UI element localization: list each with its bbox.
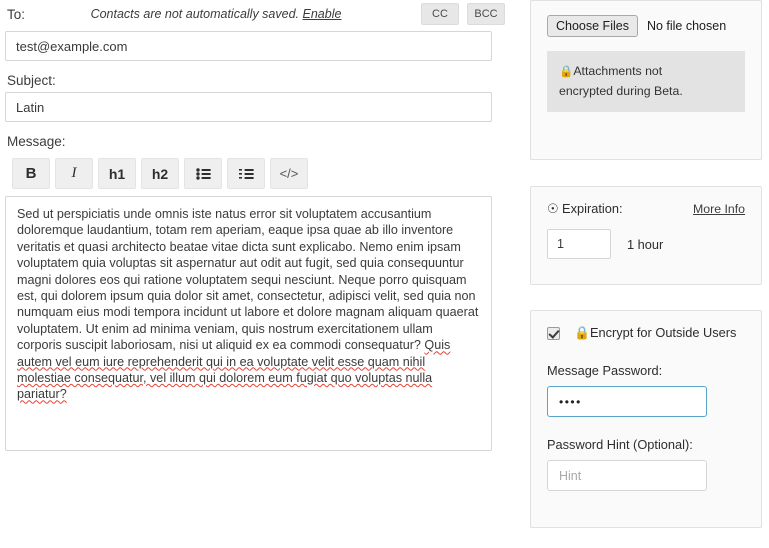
clock-icon: ☉: [547, 201, 559, 216]
heading-2-button[interactable]: h2: [141, 158, 179, 189]
no-file-chosen-text: No file chosen: [646, 19, 727, 33]
editor-toolbar: B I h1 h2 </>: [12, 158, 505, 189]
compose-screen: To: Contacts are not automatically saved…: [0, 0, 769, 548]
code-button[interactable]: </>: [270, 158, 308, 189]
file-chooser-row: Choose Files No file chosen: [547, 15, 745, 37]
message-password-input[interactable]: [547, 386, 707, 417]
attachments-warning: 🔒Attachments not encrypted during Beta.: [547, 51, 745, 112]
italic-button[interactable]: I: [55, 158, 93, 189]
encrypt-outside-users-checkbox[interactable]: [547, 326, 560, 340]
cc-button[interactable]: CC: [421, 3, 459, 25]
bold-button[interactable]: B: [12, 158, 50, 189]
message-password-label: Message Password:: [547, 363, 663, 378]
message-body-editor[interactable]: Sed ut perspiciatis unde omnis iste natu…: [5, 196, 492, 451]
encrypt-checkbox-label-wrap: 🔒Encrypt for Outside Users: [574, 325, 736, 341]
choose-files-button[interactable]: Choose Files: [547, 15, 638, 37]
message-label: Message:: [7, 134, 66, 149]
attachments-panel: Choose Files No file chosen 🔒Attachments…: [530, 0, 762, 160]
to-row: To: Contacts are not automatically saved…: [5, 0, 505, 28]
attachments-warning-line2: encrypted during Beta.: [559, 84, 683, 98]
ordered-list-icon: [238, 168, 254, 180]
subject-input[interactable]: [5, 92, 492, 122]
expiration-value-input[interactable]: [547, 229, 611, 259]
unordered-list-icon: [195, 167, 211, 180]
contacts-note: Contacts are not automatically saved. En…: [25, 7, 413, 21]
compose-column: To: Contacts are not automatically saved…: [5, 0, 505, 451]
password-hint-input[interactable]: [547, 460, 707, 491]
message-body-text: Sed ut perspiciatis unde omnis iste natu…: [17, 206, 480, 403]
heading-1-button[interactable]: h1: [98, 158, 136, 189]
encrypt-checkbox-row: 🔒Encrypt for Outside Users: [547, 325, 745, 341]
lock-icon: 🔒: [574, 325, 590, 340]
more-info-link[interactable]: More Info: [693, 202, 745, 216]
attachments-warning-line1: Attachments not: [573, 64, 663, 78]
encrypt-checkbox-label: Encrypt for Outside Users: [589, 325, 737, 340]
to-input[interactable]: [5, 31, 492, 61]
expiration-panel: ☉ Expiration: More Info 1 hour: [530, 186, 762, 285]
subject-label: Subject:: [7, 73, 56, 88]
encryption-panel: 🔒Encrypt for Outside Users Message Passw…: [530, 310, 762, 528]
contacts-note-text: Contacts are not automatically saved.: [90, 7, 300, 21]
expiration-title-wrap: ☉ Expiration:: [547, 201, 623, 217]
expiration-row: 1 hour: [547, 229, 745, 259]
ordered-list-button[interactable]: [227, 158, 265, 189]
enable-contacts-link[interactable]: Enable: [303, 7, 342, 21]
options-column: Choose Files No file chosen 🔒Attachments…: [530, 0, 762, 528]
expiration-label: Expiration:: [562, 201, 623, 216]
to-label: To:: [7, 6, 26, 22]
expiration-unit-text: 1 hour: [627, 236, 664, 252]
message-body-clean: Sed ut perspiciatis unde omnis iste natu…: [17, 207, 479, 353]
bcc-button[interactable]: BCC: [467, 3, 505, 25]
lock-icon: 🔒: [559, 66, 574, 78]
unordered-list-button[interactable]: [184, 158, 222, 189]
password-hint-label: Password Hint (Optional):: [547, 437, 693, 452]
expiration-header: ☉ Expiration: More Info: [547, 201, 745, 217]
